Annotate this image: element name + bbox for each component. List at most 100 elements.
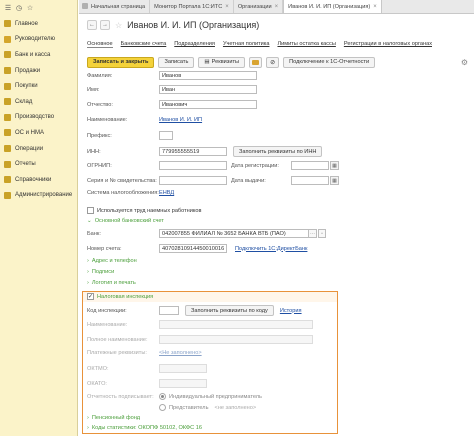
requisites-button[interactable]: ▤ Реквизиты xyxy=(198,56,246,68)
main-account-section[interactable]: ⌄ Основной банковский счет xyxy=(87,218,164,224)
toolbar: Записать и закрыть Записать ▤ Реквизиты ⊘… xyxy=(79,55,474,69)
tab-organization-card[interactable]: Иванов И. И. ИП (Организация) × xyxy=(283,0,382,13)
surname-field[interactable]: Иванов xyxy=(159,71,257,80)
tab-main[interactable]: Основное xyxy=(87,41,113,48)
signatures-section[interactable]: › Подписи xyxy=(87,269,114,275)
recipient-row: Полное наименование: xyxy=(87,335,313,344)
tax-section-checkbox[interactable]: ✓ xyxy=(87,293,94,300)
signer-rep-radio[interactable] xyxy=(159,404,166,411)
tax-system-link[interactable]: ЕНВД xyxy=(159,190,174,196)
chevron-down-icon: ⌄ xyxy=(87,218,92,224)
back-button[interactable]: ← xyxy=(87,20,97,30)
history-icon[interactable]: ◷ xyxy=(15,4,23,12)
chart-icon xyxy=(4,35,11,43)
sidebar-item-admin[interactable]: Администрирование xyxy=(0,188,77,204)
employees-checkbox[interactable] xyxy=(87,207,94,214)
sidebar-item-bank[interactable]: Банк и касса xyxy=(0,47,77,63)
history-link[interactable]: История xyxy=(280,308,302,314)
sidebar-item-label: Склад xyxy=(15,98,33,105)
ifns-field[interactable] xyxy=(159,306,179,315)
sidebar-item-warehouse[interactable]: Склад xyxy=(0,94,77,110)
ifns-name-row: Наименование: xyxy=(87,320,313,329)
oktmo-field xyxy=(159,364,207,373)
sidebar-top: ☰ ◷ ☆ xyxy=(0,0,77,16)
tab-tax-registrations[interactable]: Регистрации в налоговых органах xyxy=(344,41,432,47)
address-section[interactable]: › Адрес и телефон xyxy=(87,258,137,264)
attach-button[interactable]: ⊘ xyxy=(266,56,280,68)
sidebar-item-production[interactable]: Производство xyxy=(0,110,77,126)
stat-section[interactable]: › Коды статистики: ОКОПФ 50102, ОКФС 16 xyxy=(87,425,202,431)
logo-section[interactable]: › Логотип и печать xyxy=(87,280,136,286)
sidebar-item-sales[interactable]: Продажи xyxy=(0,63,77,79)
forward-button[interactable]: → xyxy=(100,20,110,30)
fill-by-code-button[interactable]: Заполнить реквизиты по коду xyxy=(185,305,274,316)
sidebar-item-reports[interactable]: Отчеты xyxy=(0,156,77,172)
star-icon[interactable]: ☆ xyxy=(26,4,34,12)
signer-ip-radio[interactable] xyxy=(159,393,166,400)
tab-organizations[interactable]: Организации × xyxy=(234,0,284,13)
issue-date-field[interactable] xyxy=(291,176,329,185)
purchases-icon xyxy=(4,82,11,90)
chevron-right-icon: › xyxy=(87,269,89,275)
calendar-icon[interactable]: ▦ xyxy=(330,176,339,185)
pension-section[interactable]: › Пенсионный фонд xyxy=(87,415,140,421)
tab-accounting-policy[interactable]: Учетная политика xyxy=(223,41,270,47)
favorite-star-icon[interactable]: ☆ xyxy=(115,21,122,30)
title-link[interactable]: Иванов И. И. ИП xyxy=(159,117,202,123)
save-button[interactable]: Записать xyxy=(158,56,195,68)
tab-cash-limits[interactable]: Лимиты остатка кассы xyxy=(277,41,335,47)
sidebar-item-manager[interactable]: Руководителю xyxy=(0,32,77,48)
fill-by-inn-button[interactable]: Заполнить реквизиты по ИНН xyxy=(233,146,323,157)
prefix-field[interactable] xyxy=(159,131,173,140)
paperclip-icon: ⊘ xyxy=(270,59,276,66)
cert-field[interactable] xyxy=(159,176,227,185)
signer-row: Отчетность подписывает: Индивидуальный п… xyxy=(87,393,262,400)
tab-label: Иванов И. И. ИП (Организация) xyxy=(288,3,371,10)
reg-date-field[interactable] xyxy=(291,161,329,170)
sidebar-item-assets[interactable]: ОС и НМА xyxy=(0,125,77,141)
tab-bank-accounts[interactable]: Банковские счета xyxy=(121,41,167,47)
tab-home[interactable]: Начальная страница xyxy=(79,0,151,13)
ogrnip-field[interactable] xyxy=(159,161,227,170)
menu-icon[interactable]: ☰ xyxy=(4,4,12,12)
connect-reporting-button[interactable]: Подключение к 1С-Отчетности xyxy=(283,56,376,68)
sidebar-item-purchases[interactable]: Покупки xyxy=(0,78,77,94)
close-icon[interactable]: × xyxy=(225,4,229,10)
sidebar-item-label: Руководителю xyxy=(15,36,56,43)
issue-date-label: Дата выдачи: xyxy=(231,177,266,184)
calendar-icon[interactable]: ▦ xyxy=(330,161,339,170)
sidebar-item-operations[interactable]: Операции xyxy=(0,141,77,157)
bank-field[interactable]: 042007855 ФИЛИАЛ № 3652 БАНКА ВТБ (ПАО) xyxy=(159,229,309,238)
tab-departments[interactable]: Подразделения xyxy=(174,41,215,47)
direct-bank-link[interactable]: Подключить 1С:ДиректБанк xyxy=(235,246,307,252)
email-button[interactable] xyxy=(249,56,263,68)
close-icon[interactable]: × xyxy=(373,4,377,10)
inn-field[interactable]: 779955555519 xyxy=(159,147,227,156)
signer-rep-row: Представитель <не заполнено> xyxy=(159,404,256,411)
title-bar: ← → ☆ Иванов И. И. ИП (Организация) xyxy=(79,15,474,35)
account-field[interactable]: 40702810914450010016 xyxy=(159,244,227,253)
tax-system-label: Система налогообложения: xyxy=(87,190,159,196)
sidebar-item-label: Покупки xyxy=(15,83,38,90)
page-title: Иванов И. И. ИП (Организация) xyxy=(127,20,260,30)
sidebar-item-directories[interactable]: Справочники xyxy=(0,172,77,188)
ifns-row: Код инспекции: Заполнить реквизиты по ко… xyxy=(87,305,302,316)
signer-ip-label: Индивидуальный предприниматель xyxy=(169,393,262,400)
open-icon[interactable]: ▫ xyxy=(318,229,326,238)
tax-section-row[interactable]: ✓ Налоговая инспекция xyxy=(87,293,153,300)
dropdown-icon[interactable]: ⋯ xyxy=(309,229,317,238)
name-field[interactable]: Иван xyxy=(159,85,257,94)
production-icon xyxy=(4,113,11,121)
inn-row: ИНН: 779955555519 Заполнить реквизиты по… xyxy=(87,146,323,157)
sidebar-list: Главное Руководителю Банк и касса Продаж… xyxy=(0,16,77,203)
gear-icon[interactable]: ⚙ xyxy=(461,58,468,67)
tab-its-monitor[interactable]: Монитор Портала 1С:ИТС × xyxy=(150,0,234,13)
sidebar-item-label: Отчеты xyxy=(15,161,36,168)
save-close-button[interactable]: Записать и закрыть xyxy=(87,56,155,68)
patronymic-field[interactable]: Иванович xyxy=(159,100,257,109)
close-icon[interactable]: × xyxy=(275,4,279,10)
payment-link[interactable]: <Не заполнено> xyxy=(159,350,202,356)
okato-row: ОКАТО: xyxy=(87,379,207,388)
sidebar-item-main[interactable]: Главное xyxy=(0,16,77,32)
sidebar-item-label: Продажи xyxy=(15,67,41,74)
